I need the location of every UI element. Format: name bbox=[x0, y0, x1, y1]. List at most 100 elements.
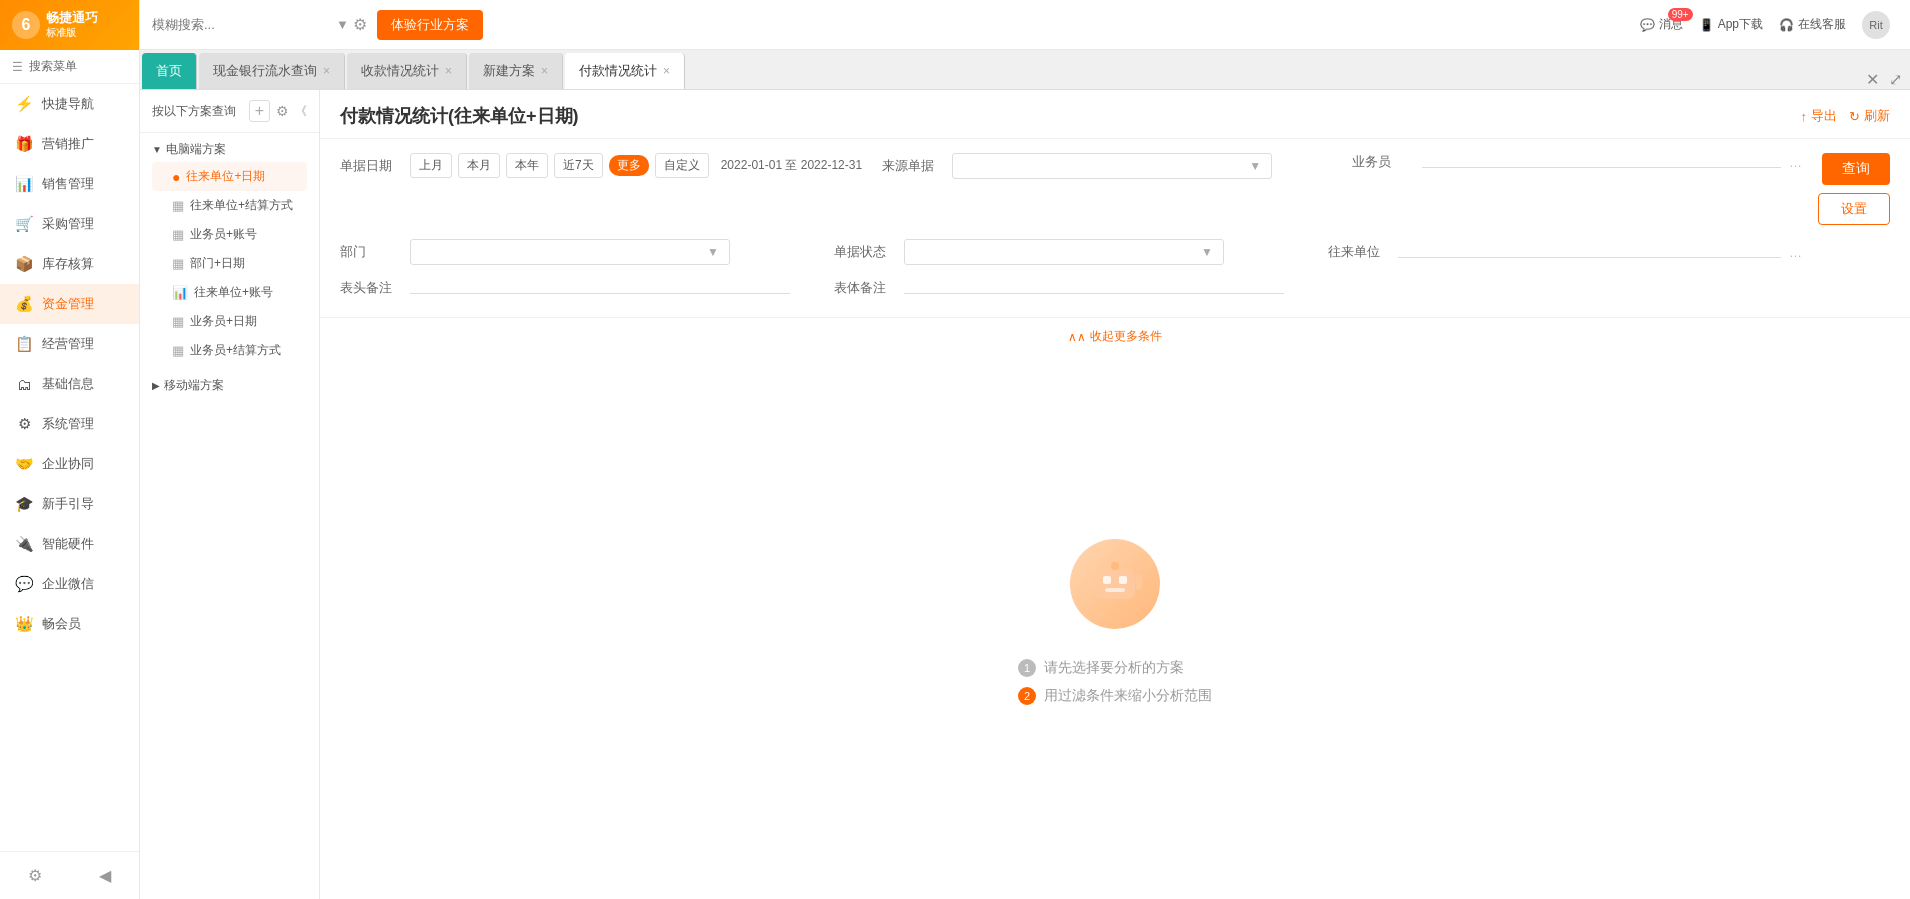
date-custom-btn[interactable]: 自定义 bbox=[655, 153, 709, 178]
online-service-btn[interactable]: 🎧 在线客服 bbox=[1779, 16, 1846, 33]
quick-icon: ⚡ bbox=[14, 94, 34, 114]
nav-label-purchase: 采购管理 bbox=[42, 215, 94, 233]
header-search-input[interactable] bbox=[152, 17, 332, 32]
export-btn[interactable]: ↑ 导出 bbox=[1801, 107, 1838, 125]
nav-label-guide: 新手引导 bbox=[42, 495, 94, 513]
tab-income-close[interactable]: × bbox=[445, 64, 452, 78]
nav-item-guide[interactable]: 🎓 新手引导 bbox=[0, 484, 139, 524]
dept-select[interactable]: ▼ bbox=[410, 239, 730, 265]
refresh-btn[interactable]: ↻ 刷新 bbox=[1849, 107, 1890, 125]
scheme-item-label-unit-date: 往来单位+日期 bbox=[186, 168, 265, 185]
nav-item-operation[interactable]: 📋 经营管理 bbox=[0, 324, 139, 364]
nav-item-inventory[interactable]: 📦 库存核算 bbox=[0, 244, 139, 284]
search-icon: ☰ bbox=[12, 60, 23, 74]
scheme-panel-actions: + ⚙ 《 bbox=[249, 100, 307, 122]
tab-pay-stat[interactable]: 付款情况统计 × bbox=[565, 53, 685, 89]
avatar[interactable]: Rit bbox=[1862, 11, 1890, 39]
scheme-table-icon-3: ▦ bbox=[172, 256, 184, 271]
sidebar-search[interactable]: ☰ 搜索菜单 bbox=[0, 50, 139, 84]
empty-tip-1: 1 请先选择要分析的方案 bbox=[1018, 659, 1212, 677]
tab-bank-close[interactable]: × bbox=[323, 64, 330, 78]
nav-item-hardware[interactable]: 🔌 智能硬件 bbox=[0, 524, 139, 564]
svg-rect-2 bbox=[1119, 576, 1127, 584]
filter-settings-btn[interactable]: 设置 bbox=[1818, 193, 1890, 225]
partner-input[interactable] bbox=[1398, 247, 1781, 258]
collapse-sidebar-btn[interactable]: ◀ bbox=[95, 862, 115, 889]
nav-item-purchase[interactable]: 🛒 采购管理 bbox=[0, 204, 139, 244]
nav-label-hardware: 智能硬件 bbox=[42, 535, 94, 553]
bill-status-select[interactable]: ▼ bbox=[904, 239, 1224, 265]
svg-rect-0 bbox=[1095, 569, 1135, 599]
app-download-btn[interactable]: 📱 App下载 bbox=[1699, 16, 1763, 33]
scheme-item-unit-account[interactable]: 📊 往来单位+账号 bbox=[152, 278, 307, 307]
close-tab-btn[interactable]: ✕ bbox=[1866, 70, 1879, 89]
mobile-section-label: 移动端方案 bbox=[164, 377, 224, 394]
inventory-icon: 📦 bbox=[14, 254, 34, 274]
filter-area: 单据日期 上月 本月 本年 近7天 更多 自定义 2022-01-01 至 20… bbox=[320, 139, 1910, 317]
scheme-item-staff-settle[interactable]: ▦ 业务员+结算方式 bbox=[152, 336, 307, 365]
tab-home[interactable]: 首页 bbox=[142, 53, 197, 89]
date-more-btn[interactable]: 更多 bbox=[609, 155, 649, 176]
nav-item-marketing[interactable]: 🎁 营销推广 bbox=[0, 124, 139, 164]
header-note-label: 表头备注 bbox=[340, 279, 410, 297]
body-note-input[interactable] bbox=[904, 283, 1284, 294]
marketing-icon: 🎁 bbox=[14, 134, 34, 154]
logo-sub: 标准版 bbox=[46, 26, 98, 40]
date-btn-last-7[interactable]: 近7天 bbox=[554, 153, 603, 178]
scheme-settings-btn[interactable]: ⚙ bbox=[276, 103, 289, 119]
tab-new-scheme-close[interactable]: × bbox=[541, 64, 548, 78]
scheme-item-staff-account[interactable]: ▦ 业务员+账号 bbox=[152, 220, 307, 249]
maximize-tab-btn[interactable]: ⤢ bbox=[1889, 70, 1902, 89]
header-dropdown-btn[interactable]: ▼ bbox=[336, 17, 349, 32]
staff-label: 业务员 bbox=[1352, 153, 1422, 171]
message-btn[interactable]: 💬 消息 99+ bbox=[1640, 16, 1683, 33]
member-icon: 👑 bbox=[14, 614, 34, 634]
tab-pay-stat-close[interactable]: × bbox=[663, 64, 670, 78]
scheme-chart-icon: 📊 bbox=[172, 285, 188, 300]
scheme-add-btn[interactable]: + bbox=[249, 100, 270, 122]
query-btn[interactable]: 查询 bbox=[1822, 153, 1890, 185]
nav-item-system[interactable]: ⚙ 系统管理 bbox=[0, 404, 139, 444]
tab-income[interactable]: 收款情况统计 × bbox=[347, 53, 467, 89]
mobile-section-toggle[interactable]: ▶ 移动端方案 bbox=[152, 377, 307, 394]
nav-label-marketing: 营销推广 bbox=[42, 135, 94, 153]
scheme-item-unit-settle[interactable]: ▦ 往来单位+结算方式 bbox=[152, 191, 307, 220]
guide-icon: 🎓 bbox=[14, 494, 34, 514]
nav-item-fund[interactable]: 💰 资金管理 bbox=[0, 284, 139, 324]
scheme-item-dept-date[interactable]: ▦ 部门+日期 bbox=[152, 249, 307, 278]
date-btn-last-month[interactable]: 上月 bbox=[410, 153, 452, 178]
nav-item-quick[interactable]: ⚡ 快捷导航 bbox=[0, 84, 139, 124]
staff-input[interactable] bbox=[1422, 157, 1781, 168]
scheme-item-staff-date[interactable]: ▦ 业务员+日期 bbox=[152, 307, 307, 336]
bill-status-label: 单据状态 bbox=[834, 243, 904, 261]
source-select[interactable]: ▼ bbox=[952, 153, 1272, 179]
tab-bank[interactable]: 现金银行流水查询 × bbox=[199, 53, 345, 89]
collapse-bar[interactable]: ∧∧ 收起更多条件 bbox=[320, 317, 1910, 355]
tab-new-scheme[interactable]: 新建方案 × bbox=[469, 53, 563, 89]
desktop-section-toggle[interactable]: ▼ 电脑端方案 bbox=[152, 141, 307, 158]
desktop-toggle-icon: ▼ bbox=[152, 144, 162, 155]
tab-bank-label: 现金银行流水查询 bbox=[213, 62, 317, 80]
try-industry-btn[interactable]: 体验行业方案 bbox=[377, 10, 483, 40]
header-settings-btn[interactable]: ⚙ bbox=[353, 15, 367, 34]
svg-rect-1 bbox=[1103, 576, 1111, 584]
app-icon: 📱 bbox=[1699, 18, 1714, 32]
page-title-bar: 付款情况统计(往来单位+日期) ↑ 导出 ↻ 刷新 bbox=[320, 90, 1910, 139]
nav-item-member[interactable]: 👑 畅会员 bbox=[0, 604, 139, 644]
nav-item-base[interactable]: 🗂 基础信息 bbox=[0, 364, 139, 404]
settings-bottom-btn[interactable]: ⚙ bbox=[24, 862, 46, 889]
nav-item-weixin[interactable]: 💬 企业微信 bbox=[0, 564, 139, 604]
scheme-item-unit-date[interactable]: ● 往来单位+日期 bbox=[152, 162, 307, 191]
scheme-panel-title: 按以下方案查询 bbox=[152, 103, 236, 120]
nav-item-corp[interactable]: 🤝 企业协同 bbox=[0, 444, 139, 484]
nav-item-sales[interactable]: 📊 销售管理 bbox=[0, 164, 139, 204]
corp-icon: 🤝 bbox=[14, 454, 34, 474]
staff-more-btn[interactable]: … bbox=[1789, 155, 1802, 170]
date-btn-this-month[interactable]: 本月 bbox=[458, 153, 500, 178]
export-icon: ↑ bbox=[1801, 109, 1808, 124]
scheme-table-icon-6: ▦ bbox=[172, 343, 184, 358]
scheme-collapse-btn[interactable]: 《 bbox=[295, 103, 307, 120]
date-btn-this-year[interactable]: 本年 bbox=[506, 153, 548, 178]
partner-more-btn[interactable]: … bbox=[1789, 245, 1802, 260]
header-note-input[interactable] bbox=[410, 283, 790, 294]
